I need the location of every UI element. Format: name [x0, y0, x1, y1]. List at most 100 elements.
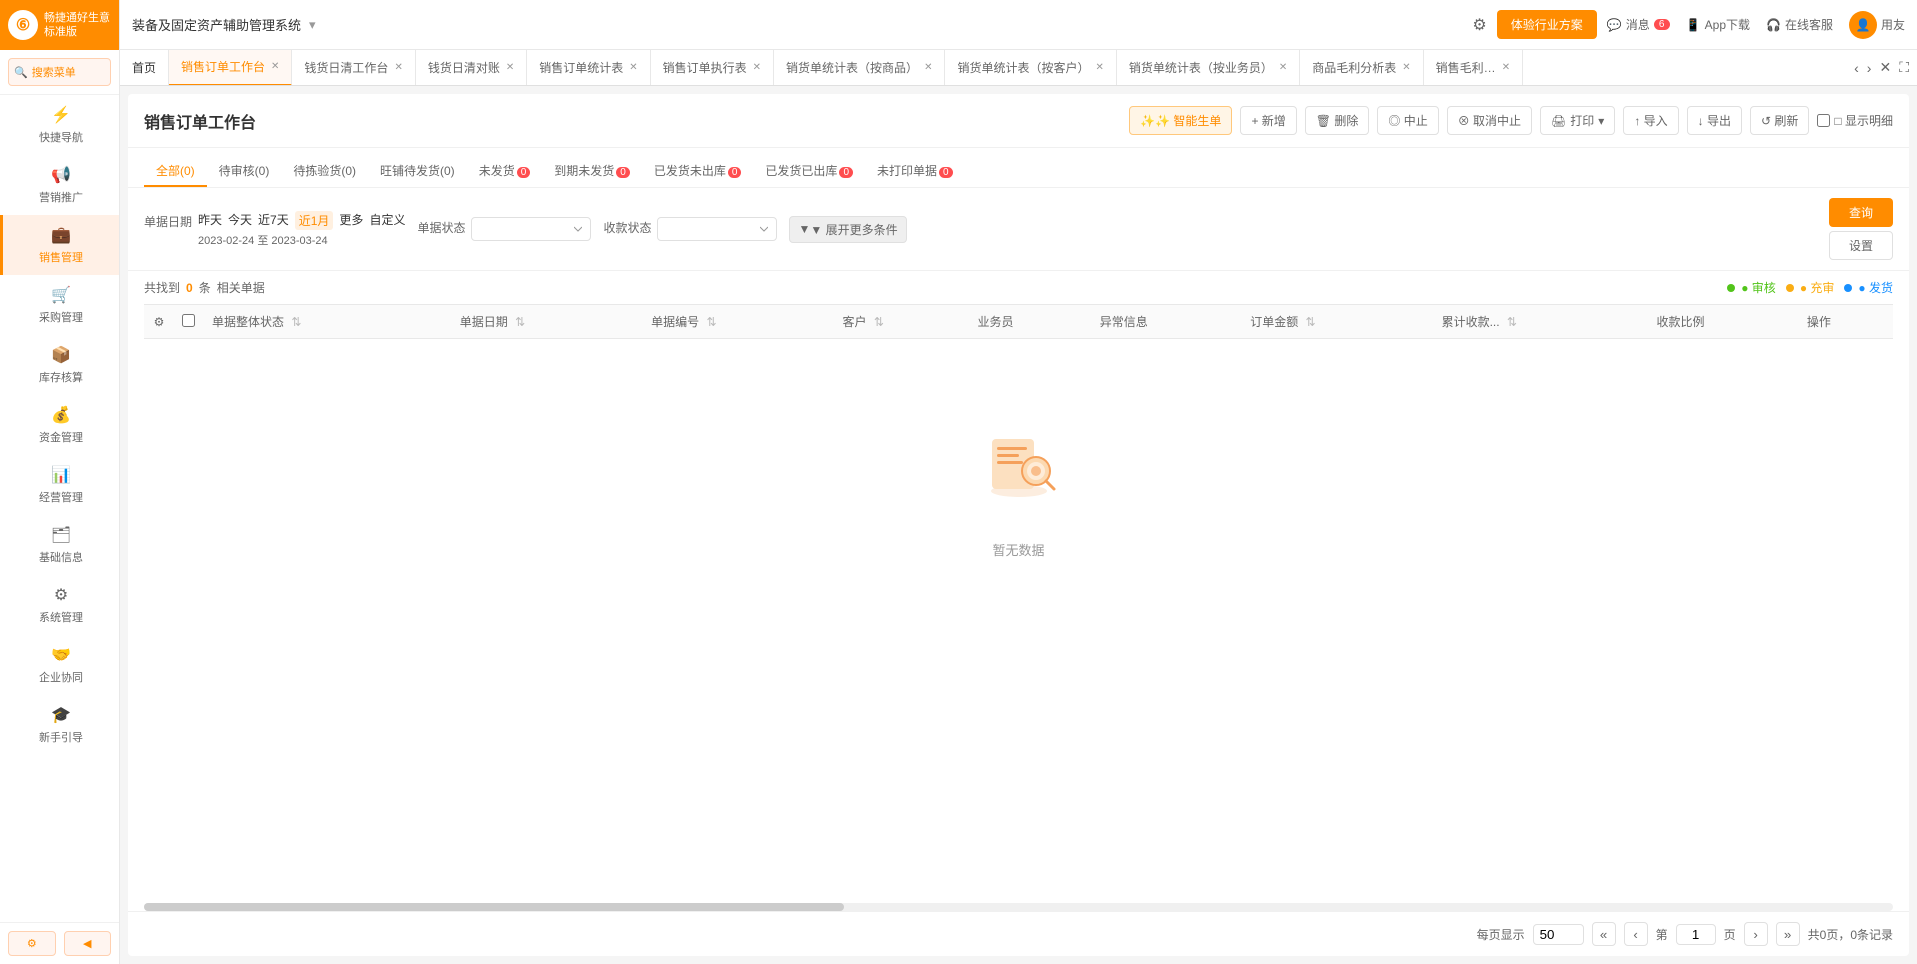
- topbar-gear-icon[interactable]: ⚙: [1472, 15, 1486, 35]
- sort-customer-icon[interactable]: ⇅: [874, 315, 884, 329]
- sub-tab-pending-review[interactable]: 待审核(0): [207, 156, 282, 187]
- date-1month[interactable]: 近1月: [295, 211, 334, 230]
- sub-tab-shipped-not-out[interactable]: 已发货未出库0: [642, 156, 754, 187]
- sub-tab-not-printed[interactable]: 未打印单据0: [865, 156, 965, 187]
- tab-sales-workbench[interactable]: 销售订单工作台 ✕: [169, 50, 292, 86]
- tab-cash-reconcile[interactable]: 钱货日清对账 ✕: [416, 50, 527, 86]
- next-page-button[interactable]: ›: [1744, 922, 1768, 946]
- prev-page-button[interactable]: ‹: [1624, 922, 1648, 946]
- tab-sales-by-staff[interactable]: 销货单统计表（按业务员） ✕: [1117, 50, 1300, 86]
- sidebar-settings-button[interactable]: ⚙: [8, 931, 56, 956]
- online-support-button[interactable]: 🎧 在线客服: [1766, 16, 1833, 33]
- sort-status-icon[interactable]: ⇅: [291, 315, 301, 329]
- tab-home[interactable]: 首页: [120, 50, 169, 86]
- trial-button[interactable]: 体验行业方案: [1497, 10, 1597, 39]
- tab-sales-by-customer[interactable]: 销货单统计表（按客户） ✕: [945, 50, 1116, 86]
- close-tab-icon[interactable]: ✕: [753, 62, 761, 73]
- tab-sales-stat[interactable]: 销售订单统计表 ✕: [527, 50, 650, 86]
- export-button[interactable]: ↓ 导出: [1687, 106, 1742, 135]
- sidebar-item-guide[interactable]: 🎓 新手引导: [0, 695, 119, 755]
- sidebar-item-sales[interactable]: 💼 销售管理: [0, 215, 119, 275]
- add-button[interactable]: + 新增: [1240, 106, 1296, 135]
- filter-settings-button[interactable]: 设置: [1829, 231, 1893, 260]
- sidebar-item-operation[interactable]: 📊 经营管理: [0, 455, 119, 515]
- sort-date-icon[interactable]: ⇅: [515, 315, 525, 329]
- user-menu[interactable]: 👤 用友: [1849, 11, 1905, 39]
- refresh-button[interactable]: ↺ 刷新: [1750, 106, 1809, 135]
- cancel-stop-button[interactable]: ⊗ 取消中止: [1447, 106, 1532, 135]
- tab-profit-analysis[interactable]: 商品毛利分析表 ✕: [1300, 50, 1423, 86]
- close-tab-icon[interactable]: ✕: [1095, 62, 1103, 73]
- revoke-button[interactable]: ● 充审: [1786, 279, 1835, 296]
- date-yesterday[interactable]: 昨天: [198, 211, 222, 230]
- close-tab-icon[interactable]: ✕: [924, 62, 932, 73]
- sidebar-item-marketing[interactable]: 📢 营销推广: [0, 155, 119, 215]
- date-custom[interactable]: 自定义: [369, 211, 405, 230]
- sidebar-collapse-button[interactable]: ◀: [64, 931, 112, 956]
- date-today[interactable]: 今天: [228, 211, 252, 230]
- tab-fullscreen-icon[interactable]: ⛶: [1899, 59, 1909, 76]
- app-download-button[interactable]: 📱 App下载: [1686, 16, 1750, 33]
- close-tab-icon[interactable]: ✕: [506, 62, 514, 73]
- scrollbar-thumb[interactable]: [144, 903, 844, 911]
- status-filter-select[interactable]: [471, 217, 591, 241]
- horizontal-scrollbar[interactable]: [144, 903, 1893, 911]
- workspace-toolbar: ✨ ✨ 智能生单 + 新增 🗑 删除 ◎ 中止 ⊗ 取消中止 🖨 打印 ▾ ↑ …: [1129, 106, 1893, 135]
- page-input[interactable]: [1676, 924, 1716, 945]
- sub-tab-not-shipped[interactable]: 未发货0: [467, 156, 543, 187]
- show-detail-checkbox[interactable]: [1817, 114, 1830, 127]
- sub-tab-shipped-out[interactable]: 已发货已出库0: [753, 156, 865, 187]
- close-tab-icon[interactable]: ✕: [1402, 62, 1410, 73]
- close-tab-icon[interactable]: ✕: [271, 61, 279, 72]
- message-button[interactable]: 💬 消息 6: [1607, 16, 1670, 33]
- tab-next-icon[interactable]: ›: [1867, 60, 1872, 76]
- ai-generate-button[interactable]: ✨ ✨ 智能生单: [1129, 106, 1232, 135]
- sub-tab-all[interactable]: 全部(0): [144, 156, 207, 187]
- purchase-icon: 🛒: [51, 285, 71, 305]
- sort-collected-icon[interactable]: ⇅: [1507, 315, 1517, 329]
- sidebar-item-quick-nav[interactable]: ⚡ 快捷导航: [0, 95, 119, 155]
- expand-filter-button[interactable]: ▼ ▼ 展开更多条件: [789, 216, 906, 243]
- logo-text: 畅捷通好生意 标准版: [44, 11, 110, 40]
- tab-close-all-icon[interactable]: ✕: [1879, 59, 1891, 76]
- sort-number-icon[interactable]: ⇅: [707, 315, 717, 329]
- print-button[interactable]: 🖨 打印 ▾: [1540, 106, 1615, 135]
- show-detail-label[interactable]: □ 显示明细: [1817, 112, 1893, 129]
- close-tab-icon[interactable]: ✕: [394, 62, 402, 73]
- close-tab-icon[interactable]: ✕: [1279, 62, 1287, 73]
- first-page-button[interactable]: «: [1592, 922, 1616, 946]
- import-button[interactable]: ↑ 导入: [1623, 106, 1678, 135]
- sort-amount-icon[interactable]: ⇅: [1306, 315, 1316, 329]
- tab-cash-daily[interactable]: 钱货日清工作台 ✕: [292, 50, 415, 86]
- th-gear[interactable]: ⚙: [144, 305, 174, 339]
- sidebar-item-inventory[interactable]: 📦 库存核算: [0, 335, 119, 395]
- stop-button[interactable]: ◎ 中止: [1377, 106, 1438, 135]
- ship-button[interactable]: ● 发货: [1844, 279, 1893, 296]
- close-tab-icon[interactable]: ✕: [629, 62, 637, 73]
- sidebar-item-system[interactable]: ⚙ 系统管理: [0, 575, 119, 635]
- delete-button[interactable]: 🗑 删除: [1305, 106, 1370, 135]
- date-more[interactable]: 更多: [339, 211, 363, 230]
- sub-tab-pending-inspect[interactable]: 待拣验货(0): [281, 156, 368, 187]
- sub-tab-wangpu-ship[interactable]: 旺铺待发货(0): [368, 156, 467, 187]
- star-icon: ✨: [1140, 114, 1155, 128]
- sidebar-item-enterprise[interactable]: 🤝 企业协同: [0, 635, 119, 695]
- sidebar-item-base-info[interactable]: 🗂 基础信息: [0, 515, 119, 575]
- tab-sales-more[interactable]: 销售毛利… ✕: [1424, 50, 1523, 86]
- last-page-button[interactable]: »: [1776, 922, 1800, 946]
- tab-sales-exec[interactable]: 销售订单执行表 ✕: [651, 50, 774, 86]
- sidebar-item-purchase[interactable]: 🛒 采购管理: [0, 275, 119, 335]
- select-all-checkbox[interactable]: [182, 314, 195, 327]
- sidebar-item-finance[interactable]: 💰 资金管理: [0, 395, 119, 455]
- tab-prev-icon[interactable]: ‹: [1854, 60, 1859, 76]
- sub-tab-expired-not-shipped[interactable]: 到期未发货0: [542, 156, 642, 187]
- query-button[interactable]: 查询: [1829, 198, 1893, 227]
- search-menu-button[interactable]: 🔍 搜索菜单: [8, 58, 111, 86]
- audit-button[interactable]: ● 审核: [1727, 279, 1776, 296]
- close-tab-icon[interactable]: ✕: [1502, 62, 1510, 73]
- payment-filter-select[interactable]: [657, 217, 777, 241]
- th-checkbox[interactable]: [174, 305, 204, 339]
- per-page-select[interactable]: 50 20 100 200: [1533, 924, 1584, 945]
- date-7days[interactable]: 近7天: [258, 211, 289, 230]
- tab-sales-by-product[interactable]: 销货单统计表（按商品） ✕: [774, 50, 945, 86]
